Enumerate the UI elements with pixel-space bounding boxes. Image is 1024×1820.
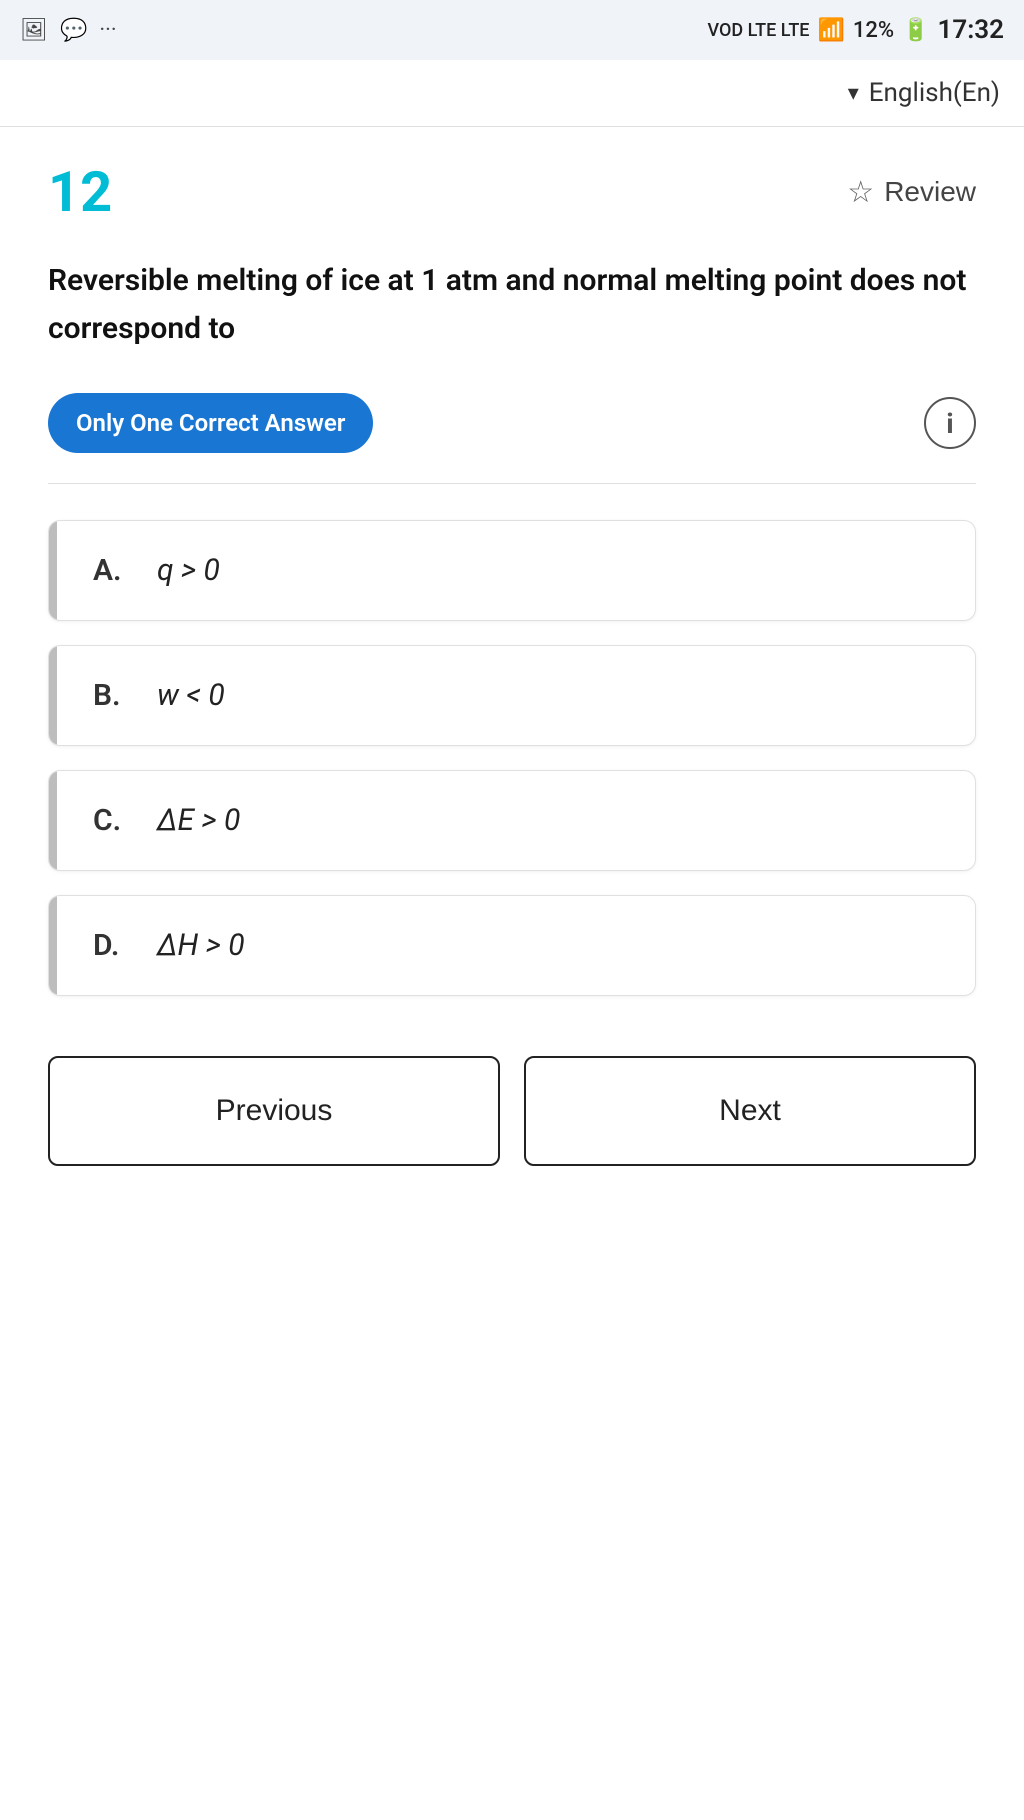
dots-icon: ··· [99, 18, 116, 43]
next-button[interactable]: Next [524, 1056, 976, 1166]
option-d[interactable]: D. ΔH > 0 [48, 895, 976, 996]
info-symbol: i [946, 407, 953, 440]
signal-icon: 📶 [817, 18, 844, 43]
badge-row: Only One Correct Answer i [48, 393, 976, 453]
option-c-label: C. [93, 803, 133, 838]
question-header: 12 ☆ Review [48, 159, 976, 225]
language-label: English(En) [869, 78, 1000, 108]
info-icon[interactable]: i [924, 397, 976, 449]
status-right: VOD LTE LTE 📶 12% 🔋 17:32 [708, 15, 1004, 45]
chat-icon: 💬 [60, 18, 87, 43]
option-a[interactable]: A. q > 0 [48, 520, 976, 621]
option-a-text: q > 0 [157, 553, 220, 588]
battery-icon: 🔋 [902, 18, 929, 43]
option-b-label: B. [93, 678, 133, 713]
option-d-bar [49, 896, 57, 995]
option-d-label: D. [93, 928, 133, 963]
time-label: 17:32 [938, 15, 1005, 45]
network-label: VOD LTE LTE [708, 20, 810, 41]
option-b-bar [49, 646, 57, 745]
previous-button[interactable]: Previous [48, 1056, 500, 1166]
star-icon: ☆ [847, 175, 874, 210]
option-a-content: A. q > 0 [57, 521, 975, 620]
option-c-text: ΔE > 0 [157, 803, 240, 838]
option-b[interactable]: B. w < 0 [48, 645, 976, 746]
option-c[interactable]: C. ΔE > 0 [48, 770, 976, 871]
review-label: Review [884, 176, 976, 208]
question-text: Reversible melting of ice at 1 atm and n… [48, 257, 976, 353]
option-b-content: B. w < 0 [57, 646, 975, 745]
language-selector[interactable]: ▾ English(En) [848, 78, 1000, 108]
option-c-bar [49, 771, 57, 870]
status-bar: 🖼 💬 ··· VOD LTE LTE 📶 12% 🔋 17:32 [0, 0, 1024, 60]
option-d-text: ΔH > 0 [157, 928, 245, 963]
option-c-content: C. ΔE > 0 [57, 771, 975, 870]
options-list: A. q > 0 B. w < 0 C. ΔE > 0 D. ΔH > 0 [48, 520, 976, 996]
battery-label: 12% [853, 18, 894, 43]
question-number: 12 [48, 159, 112, 225]
image-icon: 🖼 [20, 18, 48, 43]
chevron-down-icon: ▾ [848, 81, 859, 106]
main-content: 12 ☆ Review Reversible melting of ice at… [0, 127, 1024, 1246]
status-icons: 🖼 💬 ··· [20, 18, 117, 43]
language-bar: ▾ English(En) [0, 60, 1024, 127]
option-d-content: D. ΔH > 0 [57, 896, 975, 995]
option-a-label: A. [93, 553, 133, 588]
option-b-text: w < 0 [157, 678, 225, 713]
option-a-bar [49, 521, 57, 620]
nav-buttons: Previous Next [48, 1056, 976, 1214]
answer-type-badge: Only One Correct Answer [48, 393, 373, 453]
review-button[interactable]: ☆ Review [847, 175, 976, 210]
divider [48, 483, 976, 484]
